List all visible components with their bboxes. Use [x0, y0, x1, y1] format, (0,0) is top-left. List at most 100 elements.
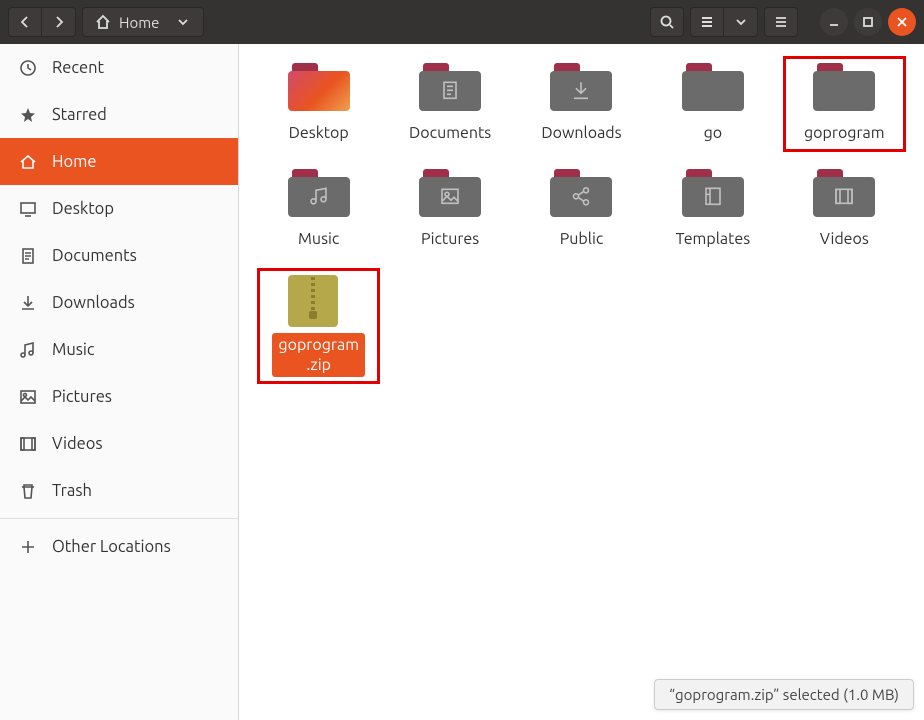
folder-icon [550, 63, 612, 111]
file-item-pictures[interactable]: Pictures [388, 162, 511, 258]
file-item-music[interactable]: Music [257, 162, 380, 258]
view-menu-button[interactable] [724, 7, 758, 37]
folder-icon [550, 169, 612, 217]
search-button[interactable] [650, 7, 684, 37]
sidebar-item-home[interactable]: Home [0, 138, 238, 185]
document-icon [18, 246, 38, 266]
sidebar-item-trash[interactable]: Trash [0, 467, 238, 514]
file-item-go[interactable]: go [651, 56, 774, 152]
hamburger-menu-button[interactable] [764, 7, 798, 37]
file-item-goprogram-zip[interactable]: goprogram.zip [257, 268, 380, 384]
folder-icon [419, 63, 481, 111]
sidebar-item-downloads[interactable]: Downloads [0, 279, 238, 326]
folder-icon [419, 169, 481, 217]
list-icon [699, 14, 715, 30]
file-label: Desktop [283, 121, 355, 145]
file-label: Videos [814, 227, 875, 251]
sidebar-item-other-locations[interactable]: Other Locations [0, 523, 238, 570]
chevron-down-icon [175, 14, 191, 30]
folder-icon [682, 169, 744, 217]
file-label: go [698, 121, 729, 145]
file-item-public[interactable]: Public [520, 162, 643, 258]
file-label: Pictures [415, 227, 485, 251]
file-label: goprogram.zip [272, 333, 365, 377]
sidebar-item-label: Videos [52, 435, 103, 453]
view-toggle [690, 7, 758, 37]
file-item-goprogram[interactable]: goprogram [783, 56, 906, 152]
sidebar-item-label: Home [52, 153, 97, 171]
file-label: Music [292, 227, 345, 251]
file-label: goprogram [798, 121, 891, 145]
sidebar: Recent Starred Home Desktop Documents Downloa… [0, 44, 239, 720]
sidebar-item-desktop[interactable]: Desktop [0, 185, 238, 232]
back-button[interactable] [8, 7, 42, 37]
plus-icon [18, 537, 38, 557]
sidebar-item-music[interactable]: Music [0, 326, 238, 373]
close-icon [896, 16, 908, 28]
file-item-downloads[interactable]: Downloads [520, 56, 643, 152]
file-label: Documents [403, 121, 497, 145]
sidebar-item-label: Music [52, 341, 95, 359]
video-icon [18, 434, 38, 454]
home-icon [18, 152, 38, 172]
file-item-desktop[interactable]: Desktop [257, 56, 380, 152]
hamburger-icon [773, 14, 789, 30]
trash-icon [18, 481, 38, 501]
maximize-button[interactable] [854, 8, 882, 36]
close-button[interactable] [888, 8, 916, 36]
statusbar: “goprogram.zip” selected (1.0 MB) [654, 679, 914, 710]
clock-icon [18, 58, 38, 78]
sidebar-item-label: Starred [52, 106, 107, 124]
chevron-right-icon [51, 14, 67, 30]
folder-icon [813, 169, 875, 217]
folder-icon [288, 169, 350, 217]
file-label: Public [554, 227, 610, 251]
desktop-icon [18, 199, 38, 219]
video-icon [833, 185, 855, 211]
picture-icon [18, 387, 38, 407]
download-icon [570, 79, 592, 105]
archive-icon [288, 275, 338, 327]
home-icon [95, 14, 111, 30]
sidebar-item-label: Documents [52, 247, 137, 265]
search-icon [659, 14, 675, 30]
music-icon [308, 185, 330, 211]
chevron-down-icon [733, 14, 749, 30]
maximize-icon [862, 16, 874, 28]
file-item-documents[interactable]: Documents [388, 56, 511, 152]
nav-arrows [8, 7, 76, 37]
sidebar-item-label: Pictures [52, 388, 112, 406]
sidebar-item-label: Trash [52, 482, 92, 500]
path-bar[interactable]: Home [82, 7, 204, 37]
file-label: Templates [670, 227, 757, 251]
list-view-button[interactable] [690, 7, 724, 37]
sidebar-item-recent[interactable]: Recent [0, 44, 238, 91]
template-icon [702, 185, 724, 211]
sidebar-item-starred[interactable]: Starred [0, 91, 238, 138]
sidebar-item-label: Other Locations [52, 538, 171, 556]
file-grid: Desktop Documents Downloads go goprogram Musi… [257, 56, 906, 384]
file-label: Downloads [535, 121, 627, 145]
share-icon [570, 185, 592, 211]
chevron-left-icon [17, 14, 33, 30]
headerbar: Home [0, 0, 924, 44]
sidebar-item-label: Recent [52, 59, 104, 77]
sidebar-item-pictures[interactable]: Pictures [0, 373, 238, 420]
minimize-icon [828, 16, 840, 28]
forward-button[interactable] [42, 7, 76, 37]
music-icon [18, 340, 38, 360]
sidebar-item-videos[interactable]: Videos [0, 420, 238, 467]
file-item-templates[interactable]: Templates [651, 162, 774, 258]
main: Recent Starred Home Desktop Documents Downloa… [0, 44, 924, 720]
download-icon [18, 293, 38, 313]
folder-icon [288, 63, 350, 111]
document-icon [439, 79, 461, 105]
sidebar-item-label: Downloads [52, 294, 135, 312]
file-item-videos[interactable]: Videos [783, 162, 906, 258]
sidebar-item-documents[interactable]: Documents [0, 232, 238, 279]
picture-icon [439, 185, 461, 211]
minimize-button[interactable] [820, 8, 848, 36]
content-area[interactable]: Desktop Documents Downloads go goprogram Musi… [239, 44, 924, 720]
folder-icon [813, 63, 875, 111]
path-label: Home [119, 14, 159, 31]
